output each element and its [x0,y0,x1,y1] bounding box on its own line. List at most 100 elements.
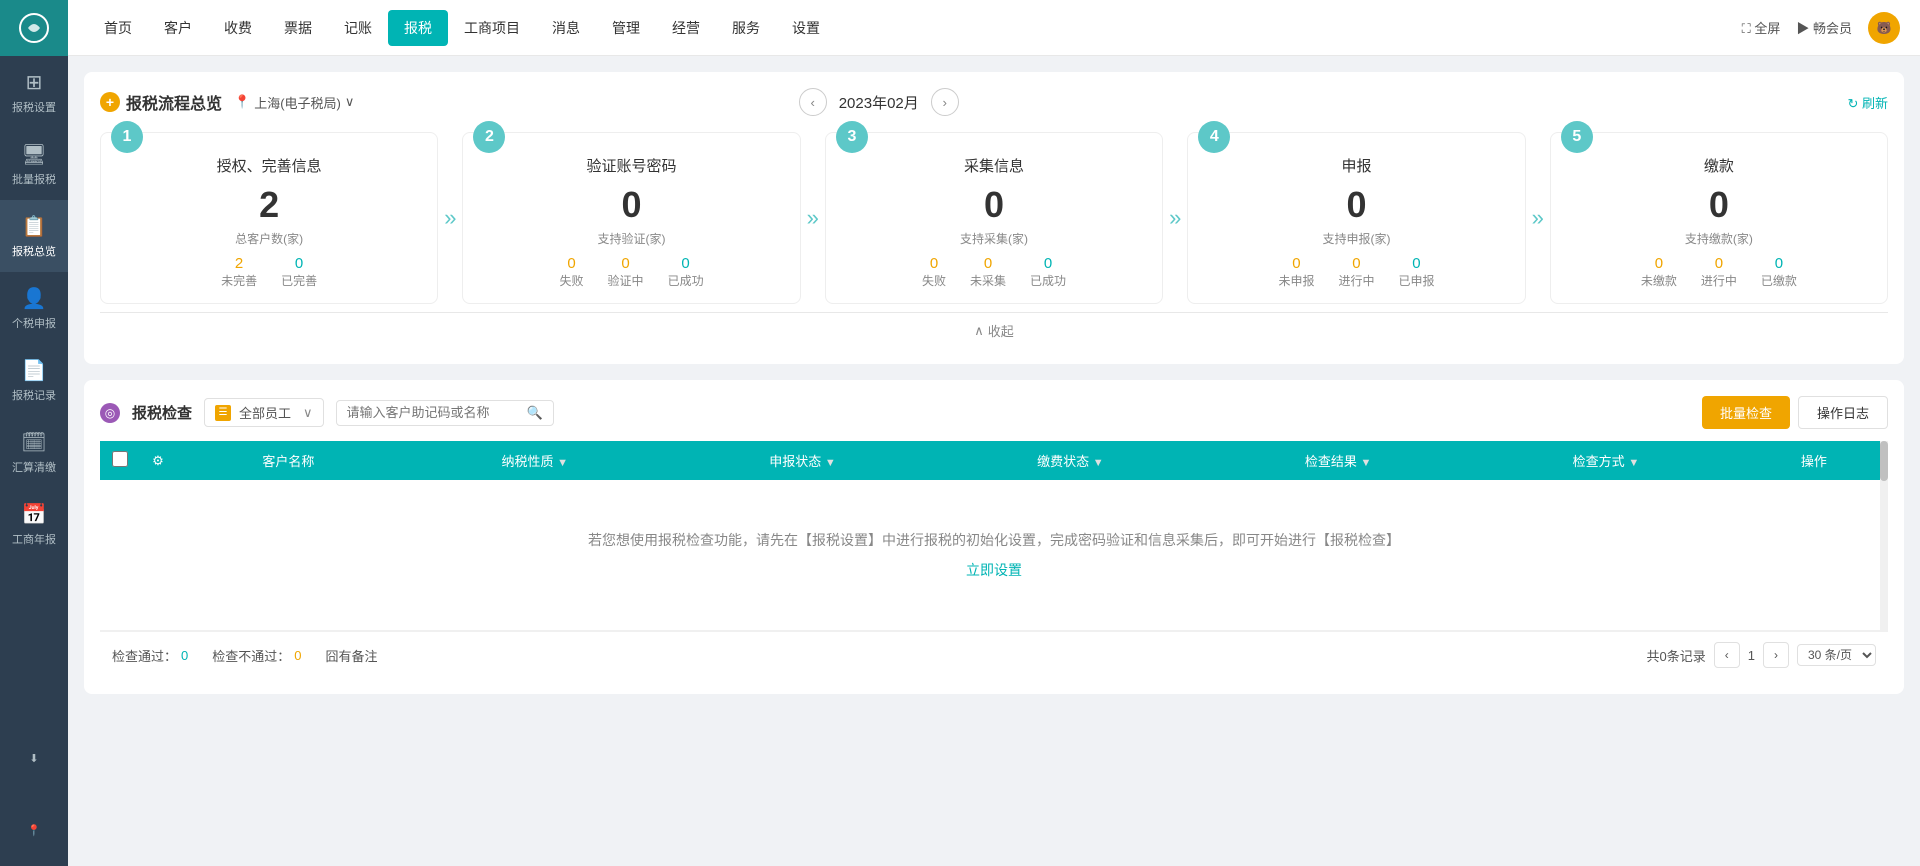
settings-icon[interactable]: ⚙ [152,453,164,468]
step-2-stat-2-value: 0 [668,255,704,272]
main-area: 首页 客户 收费 票据 记账 报税 工商项目 消息 管理 经营 服务 设置 ⛶ … [68,0,1920,866]
empty-state-row: 若您想使用报税检查功能，请先在【报税设置】中进行报税的初始化设置，完成密码验证和… [100,480,1888,631]
search-input[interactable] [347,405,527,420]
staff-dropdown-icon: ∨ [303,405,313,421]
nav-settings[interactable]: 设置 [776,0,836,56]
nav-tax[interactable]: 报税 [388,10,448,46]
arrow-2-3: » [801,205,825,231]
flow-step-2: 2 验证账号密码 0 支持验证(家) 0 失败 0 验证中 [462,132,800,304]
location-marker-icon: 📍 [234,94,250,110]
location-tag[interactable]: 📍 上海(电子税局) ∨ [234,93,354,112]
step-1-stat-1[interactable]: 0 已完善 [281,255,317,289]
sidebar-item-tax-overview[interactable]: 📋 报税总览 [0,200,68,272]
nav-fees[interactable]: 收费 [208,0,268,56]
step-1-stat-0[interactable]: 2 未完善 [221,255,257,289]
nav-messages[interactable]: 消息 [536,0,596,56]
step-5-stat-0[interactable]: 0 未缴款 [1641,255,1677,289]
col-pay-status-filter-icon[interactable]: ▼ [1093,457,1104,469]
step-4-stat-2-value: 0 [1398,255,1434,272]
search-icon[interactable]: 🔍 [527,405,543,421]
step-3-stat-0[interactable]: 0 失败 [922,255,946,289]
first-page-btn[interactable]: ‹ [1714,642,1740,668]
step-4-stat-0[interactable]: 0 未申报 [1278,255,1314,289]
staff-select[interactable]: ☰ 全部员工 ∨ [204,398,324,427]
col-check-method-filter-icon[interactable]: ▼ [1628,457,1639,469]
fullscreen-btn[interactable]: ⛶ 全屏 [1742,18,1781,37]
pass-count-label: 检查通过： 0 [112,646,188,665]
step-2-number: 2 [473,121,505,153]
step-5-stat-2[interactable]: 0 已缴款 [1761,255,1797,289]
vip-btn[interactable]: ▶ 畅会员 [1796,18,1852,37]
col-settings: ⚙ [140,441,176,480]
sidebar-item-batch-tax[interactable]: 🖥 批量报税 [0,128,68,200]
step-2-stat-0[interactable]: 0 失败 [560,255,584,289]
per-page-select[interactable]: 30 条/页 [1797,644,1876,666]
nav-home[interactable]: 首页 [88,0,148,56]
refresh-btn[interactable]: ↻ 刷新 [1847,93,1888,112]
step-2-count: 0 [622,184,642,226]
sidebar-item-tax-settings[interactable]: ⊞ 报税设置 [0,56,68,128]
next-month-btn[interactable]: › [931,88,959,116]
nav-industry[interactable]: 工商项目 [448,0,536,56]
data-table: ⚙ 客户名称 纳税性质 ▼ 申报状态 ▼ [100,441,1888,631]
col-tax-type-filter-icon[interactable]: ▼ [557,457,568,469]
step-2-title: 验证账号密码 [587,155,677,176]
download-icon: ⬇ [29,752,38,765]
setup-link-wrapper: 立即设置 [132,560,1856,580]
step-4-number: 4 [1198,121,1230,153]
step-2-stat-0-value: 0 [560,255,584,272]
sidebar-item-download[interactable]: ⬇ [0,722,68,794]
nav-invoices[interactable]: 票据 [268,0,328,56]
step-1-number: 1 [111,121,143,153]
step-5-stat-1[interactable]: 0 进行中 [1701,255,1737,289]
sidebar-item-tax-records[interactable]: 📄 报税记录 [0,344,68,416]
step-5-stat-2-value: 0 [1761,255,1797,272]
step-4-stat-0-value: 0 [1278,255,1314,272]
arrow-4-5: » [1526,205,1550,231]
tax-check-header: ◎ 报税检查 ☰ 全部员工 ∨ 🔍 批量检查 操作日志 [100,396,1888,429]
step-1-title: 授权、完善信息 [217,155,322,176]
next-page-btn[interactable]: › [1763,642,1789,668]
pagination: 共0条记录 ‹ 1 › 30 条/页 [1647,642,1876,668]
step-4-stat-1[interactable]: 0 进行中 [1338,255,1374,289]
step-1-stats: 2 未完善 0 已完善 [221,255,317,289]
collapse-btn[interactable]: ∧ 收起 [974,321,1014,340]
sidebar-item-personal-tax[interactable]: 👤 个税申报 [0,272,68,344]
sidebar: ⊞ 报税设置 🖥 批量报税 📋 报税总览 👤 个税申报 📄 报税记录 🗓 汇算清… [0,0,68,866]
flow-step-3: 3 采集信息 0 支持采集(家) 0 失败 0 未采集 [825,132,1163,304]
step-2-sub: 支持验证(家) [598,230,666,247]
step-5-title: 缴款 [1704,155,1734,176]
fail-count-value[interactable]: 0 [294,648,301,663]
operation-log-btn[interactable]: 操作日志 [1798,396,1888,429]
step-5-number: 5 [1561,121,1593,153]
step-3-stat-1[interactable]: 0 未采集 [970,255,1006,289]
flow-step-1: 1 授权、完善信息 2 总客户数(家) 2 未完善 0 已完善 [100,132,438,304]
step-2-stat-1[interactable]: 0 验证中 [608,255,644,289]
content: + 报税流程总览 📍 上海(电子税局) ∨ ‹ 2023年02月 › ↻ 刷新 [68,56,1920,866]
sidebar-item-location[interactable]: 📍 [0,794,68,866]
nav-management[interactable]: 管理 [596,0,656,56]
step-4-title: 申报 [1341,155,1371,176]
sidebar-item-calc-clear[interactable]: 🗓 汇算清缴 [0,416,68,488]
step-4-stats: 0 未申报 0 进行中 0 已申报 [1278,255,1434,289]
setup-link[interactable]: 立即设置 [966,562,1022,578]
nav-operations[interactable]: 经营 [656,0,716,56]
nav-accounting[interactable]: 记账 [328,0,388,56]
col-declare-status-filter-icon[interactable]: ▼ [825,457,836,469]
prev-month-btn[interactable]: ‹ [799,88,827,116]
dropdown-icon: ∨ [345,94,355,110]
pass-count-value[interactable]: 0 [181,648,188,663]
step-5-count: 0 [1709,184,1729,226]
step-2-stat-2[interactable]: 0 已成功 [668,255,704,289]
step-4-stat-2[interactable]: 0 已申报 [1398,255,1434,289]
batch-check-btn[interactable]: 批量检查 [1702,396,1790,429]
select-all-checkbox[interactable] [112,451,128,467]
scrollbar-thumb[interactable] [1880,441,1888,481]
sidebar-item-industry-annual[interactable]: 📅 工商年报 [0,488,68,560]
fail-count-label: 检查不通过： 0 [212,646,301,665]
nav-customers[interactable]: 客户 [148,0,208,56]
col-check-result-filter-icon[interactable]: ▼ [1361,457,1372,469]
nav-services[interactable]: 服务 [716,0,776,56]
step-3-stat-2[interactable]: 0 已成功 [1030,255,1066,289]
step-4-sub: 支持申报(家) [1322,230,1390,247]
